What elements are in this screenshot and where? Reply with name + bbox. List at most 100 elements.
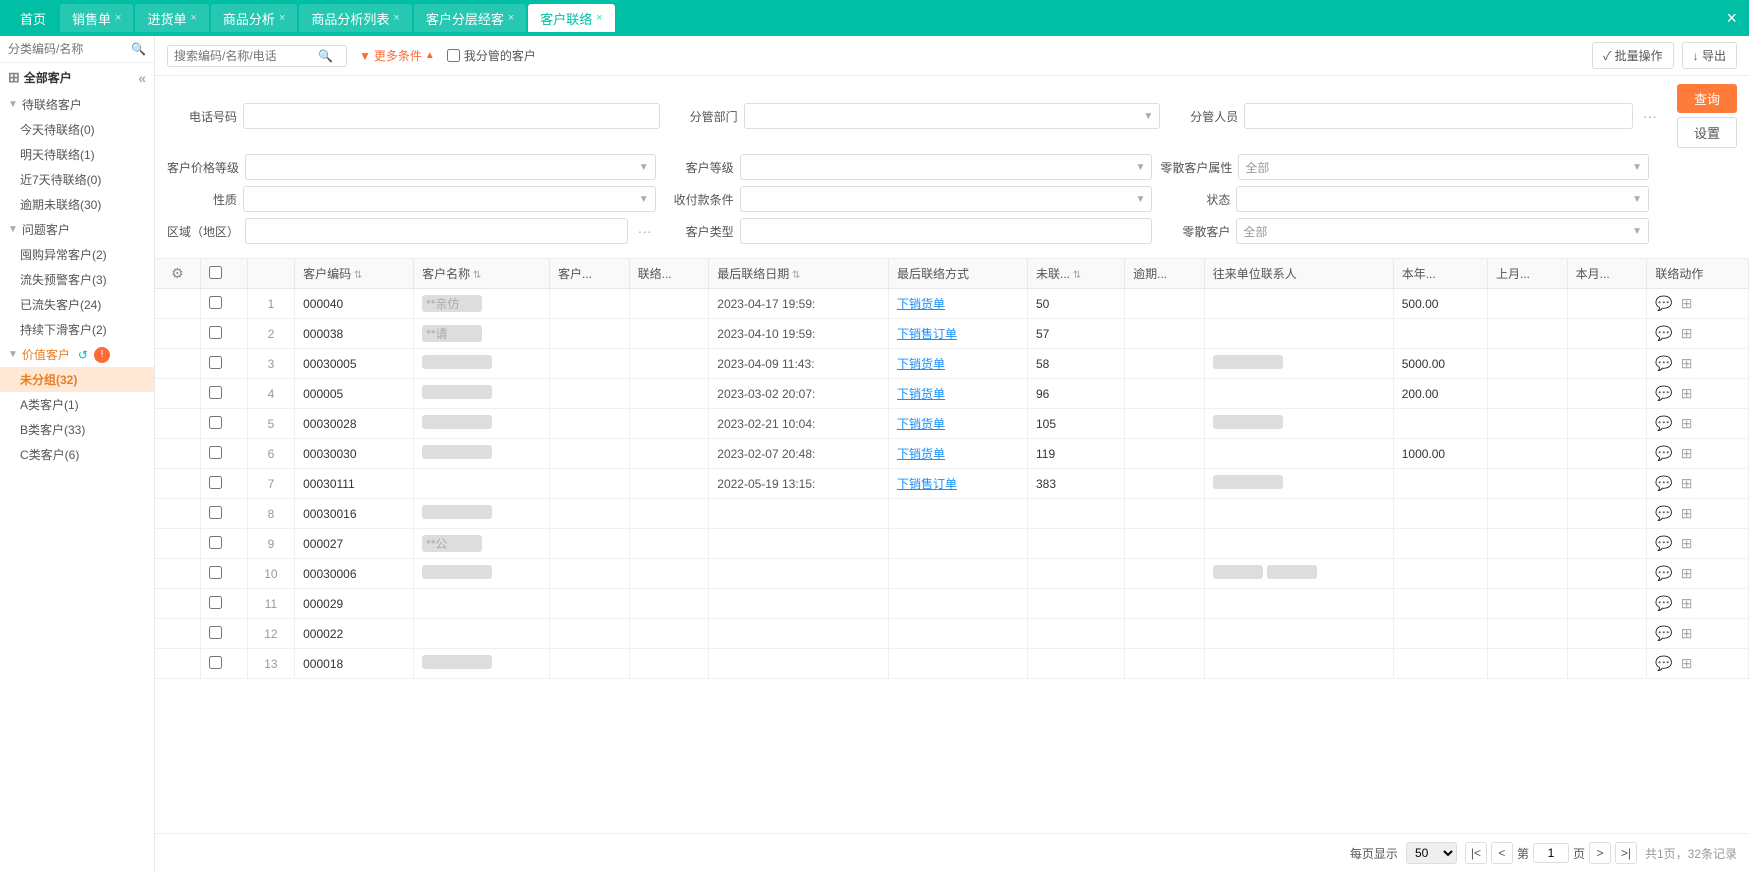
row-actions[interactable]: 💬 ⊞	[1647, 289, 1749, 319]
row-checkbox-cell[interactable]	[200, 559, 247, 589]
row-last-contact-method[interactable]: 下销货单	[889, 379, 1028, 409]
row-checkbox-cell[interactable]	[200, 499, 247, 529]
more-icon[interactable]: ⊞	[1681, 325, 1693, 342]
no-contact-column-header[interactable]: 未联...	[1028, 259, 1125, 289]
row-checkbox[interactable]	[209, 386, 222, 399]
row-checkbox-cell[interactable]	[200, 589, 247, 619]
last-contact-date-column-header[interactable]: 最后联络日期	[709, 259, 889, 289]
last-month-column-header[interactable]: 上月...	[1488, 259, 1568, 289]
unit-contact-column-header[interactable]: 往来单位联系人	[1204, 259, 1393, 289]
row-checkbox-cell[interactable]	[200, 379, 247, 409]
this-year-column-header[interactable]: 本年...	[1393, 259, 1487, 289]
row-checkbox[interactable]	[209, 446, 222, 459]
more-icon[interactable]: ⊞	[1681, 535, 1693, 552]
row-actions[interactable]: 💬 ⊞	[1647, 349, 1749, 379]
close-customer-segment-icon[interactable]: ×	[508, 12, 514, 24]
row-checkbox[interactable]	[209, 536, 222, 549]
row-settings[interactable]	[155, 499, 200, 529]
retail-customer-select[interactable]: 全部▼	[1236, 218, 1649, 244]
row-settings[interactable]	[155, 319, 200, 349]
more-conditions-button[interactable]: ▼ 更多条件 ▲	[359, 47, 435, 64]
sidebar-search-bar[interactable]: 🔍	[0, 36, 154, 63]
row-settings[interactable]	[155, 439, 200, 469]
refresh-icon[interactable]: ↺	[78, 348, 88, 362]
row-last-contact-method[interactable]: 下销售订单	[889, 469, 1028, 499]
more-icon[interactable]: ⊞	[1681, 625, 1693, 642]
close-customer-contact-icon[interactable]: ×	[596, 12, 602, 24]
row-last-contact-method[interactable]: 下销货单	[889, 289, 1028, 319]
row-checkbox[interactable]	[209, 566, 222, 579]
more-icon[interactable]: ⊞	[1681, 505, 1693, 522]
sidebar-item-declining[interactable]: 持续下滑客户(2)	[0, 317, 154, 342]
customer-type-select[interactable]	[740, 218, 1153, 244]
sidebar-search-input[interactable]	[8, 42, 127, 56]
checkbox-column-header[interactable]	[200, 259, 247, 289]
sidebar-collapse-icon[interactable]: «	[138, 70, 146, 86]
chat-icon[interactable]: 💬	[1655, 385, 1672, 402]
sidebar-item-overdue[interactable]: 逾期未联络(30)	[0, 192, 154, 217]
chat-icon[interactable]: 💬	[1655, 535, 1672, 552]
region-select[interactable]	[245, 218, 628, 244]
chat-icon[interactable]: 💬	[1655, 595, 1672, 612]
last-contact-method-column-header[interactable]: 最后联络方式	[889, 259, 1028, 289]
more-icon[interactable]: ⊞	[1681, 295, 1693, 312]
row-checkbox-cell[interactable]	[200, 349, 247, 379]
row-actions[interactable]: 💬 ⊞	[1647, 529, 1749, 559]
chat-icon[interactable]: 💬	[1655, 625, 1672, 642]
row-last-contact-method[interactable]	[889, 499, 1028, 529]
row-checkbox-cell[interactable]	[200, 649, 247, 679]
select-all-checkbox[interactable]	[209, 266, 222, 279]
row-actions[interactable]: 💬 ⊞	[1647, 319, 1749, 349]
sidebar-item-7days[interactable]: 近7天待联络(0)	[0, 167, 154, 192]
row-actions[interactable]: 💬 ⊞	[1647, 409, 1749, 439]
row-checkbox-cell[interactable]	[200, 469, 247, 499]
chat-icon[interactable]: 💬	[1655, 505, 1672, 522]
tab-customer-segment[interactable]: 客户分层经客 ×	[414, 4, 526, 32]
row-checkbox-cell[interactable]	[200, 289, 247, 319]
last-page-button[interactable]: >|	[1615, 842, 1637, 864]
row-last-contact-method[interactable]: 下销货单	[889, 409, 1028, 439]
row-actions[interactable]: 💬 ⊞	[1647, 469, 1749, 499]
settings-column-header[interactable]: ⚙	[155, 259, 200, 289]
chat-icon[interactable]: 💬	[1655, 445, 1672, 462]
type-column-header[interactable]: 客户...	[549, 259, 629, 289]
region-dots[interactable]: ···	[634, 223, 656, 239]
row-actions[interactable]: 💬 ⊞	[1647, 379, 1749, 409]
row-checkbox-cell[interactable]	[200, 439, 247, 469]
tab-home[interactable]: 首页	[8, 4, 58, 32]
row-last-contact-method[interactable]	[889, 559, 1028, 589]
more-icon[interactable]: ⊞	[1681, 415, 1693, 432]
row-actions[interactable]: 💬 ⊞	[1647, 649, 1749, 679]
tab-sales[interactable]: 销售单 ×	[60, 4, 133, 32]
retail-attr-select[interactable]: 全部▼	[1238, 154, 1649, 180]
row-checkbox-cell[interactable]	[200, 619, 247, 649]
close-goods-analysis-icon[interactable]: ×	[279, 12, 285, 24]
sidebar-item-ungroup[interactable]: 未分组(32)	[0, 367, 154, 392]
sidebar-search-icon[interactable]: 🔍	[131, 42, 146, 56]
row-checkbox[interactable]	[209, 296, 222, 309]
page-input[interactable]	[1533, 843, 1569, 863]
close-purchase-icon[interactable]: ×	[190, 12, 196, 24]
first-page-button[interactable]: |<	[1465, 842, 1487, 864]
sidebar-item-lost[interactable]: 已流失客户(24)	[0, 292, 154, 317]
row-last-contact-method[interactable]: 下销货单	[889, 349, 1028, 379]
nature-select[interactable]: ▼	[243, 186, 656, 212]
prev-page-button[interactable]: <	[1491, 842, 1513, 864]
filter-search-icon[interactable]: 🔍	[318, 49, 333, 63]
row-settings[interactable]	[155, 619, 200, 649]
row-settings[interactable]	[155, 379, 200, 409]
more-icon[interactable]: ⊞	[1681, 385, 1693, 402]
more-icon[interactable]: ⊞	[1681, 595, 1693, 612]
batch-operations-button[interactable]: ✓ 批量操作	[1592, 42, 1674, 69]
code-column-header[interactable]: 客户编码	[295, 259, 414, 289]
query-button[interactable]: 查询	[1677, 84, 1737, 113]
filter-search-box[interactable]: 🔍	[167, 45, 347, 67]
row-checkbox[interactable]	[209, 506, 222, 519]
chat-icon[interactable]: 💬	[1655, 415, 1672, 432]
customer-level-select[interactable]: ▼	[740, 154, 1153, 180]
row-last-contact-method[interactable]	[889, 529, 1028, 559]
dept-select[interactable]: ▼	[744, 103, 1161, 129]
price-level-select[interactable]: ▼	[245, 154, 656, 180]
chat-icon[interactable]: 💬	[1655, 565, 1672, 582]
row-checkbox[interactable]	[209, 416, 222, 429]
